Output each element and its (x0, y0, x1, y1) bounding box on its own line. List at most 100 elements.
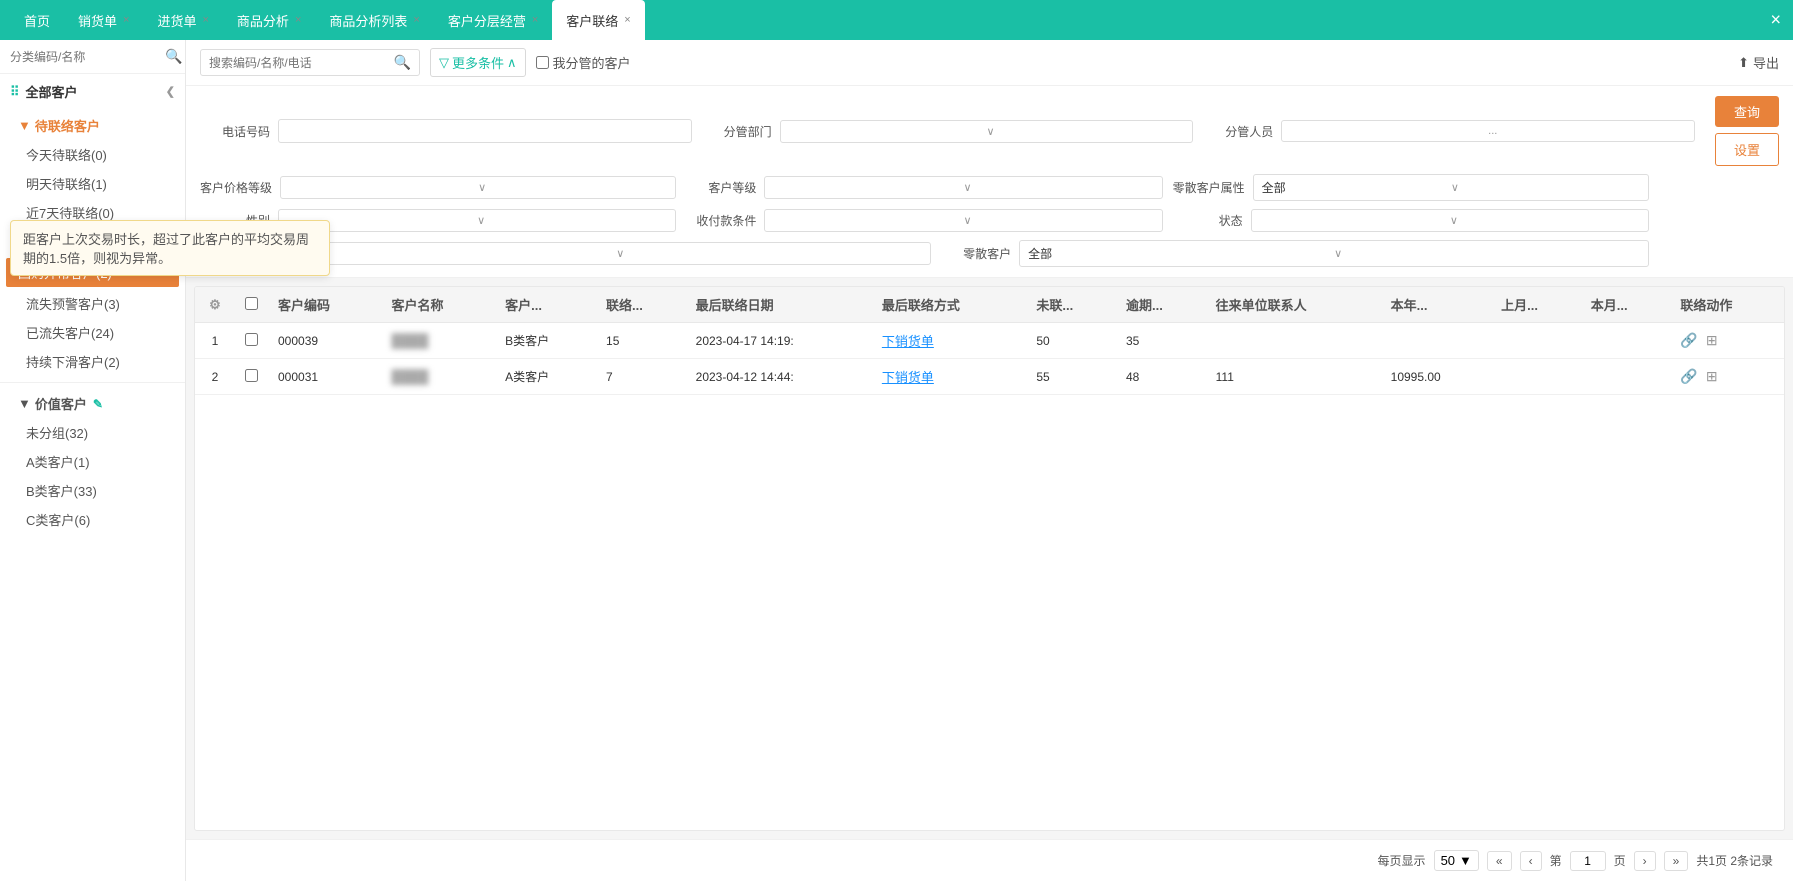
export-btn[interactable]: ⬆ 导出 (1738, 53, 1779, 72)
nav-product-analysis-list[interactable]: 商品分析列表 × (315, 0, 433, 40)
retail-attr-field: 零散客户属性 全部 ∨ (1173, 174, 1649, 201)
action-icons-2: 🔗 ⊞ (1680, 368, 1774, 385)
payment-arrow: ∨ (964, 214, 1154, 227)
triangle2-icon: ▼ (18, 396, 31, 411)
sidebar-ungrouped[interactable]: 未分组(32) (0, 418, 185, 447)
cell-contact-2: 7 (596, 359, 686, 395)
cell-overdue-1: 35 (1116, 323, 1206, 359)
nav-customer-tiering-close[interactable]: × (532, 14, 538, 26)
price-level-select[interactable]: ∨ (280, 176, 676, 199)
status-select[interactable]: ∨ (1251, 209, 1649, 232)
th-num: ⚙ (195, 287, 235, 323)
table-settings-icon[interactable]: ⚙ (209, 297, 221, 312)
select-all-checkbox[interactable] (245, 297, 258, 310)
sidebar-today-pending[interactable]: 今天待联络(0) (0, 140, 185, 169)
blurred-name-1: ████ (392, 333, 429, 348)
cell-code-2: 000031 (268, 359, 382, 395)
sidebar-churn-warning[interactable]: 流失预警客户(3) (0, 289, 185, 318)
th-company-contact: 往来单位联系人 (1206, 287, 1381, 323)
row2-checkbox[interactable] (245, 369, 258, 382)
prev-page-btn[interactable]: ‹ (1520, 851, 1542, 871)
retail-customer-select[interactable]: 全部 ∨ (1019, 240, 1649, 267)
edit-icon[interactable]: ✎ (93, 397, 103, 411)
set-button[interactable]: 设置 (1715, 133, 1779, 166)
top-nav: 首页 销货单 × 进货单 × 商品分析 × 商品分析列表 × 客户分层经营 × … (0, 0, 1793, 40)
retail-attr-select[interactable]: 全部 ∨ (1253, 174, 1649, 201)
th-last-contact-date: 最后联络日期 (686, 287, 872, 323)
per-page-arrow: ▼ (1459, 853, 1472, 868)
sidebar-a-class[interactable]: A类客户(1) (0, 447, 185, 476)
my-customer-toggle[interactable]: 我分管的客户 (536, 53, 631, 72)
cell-company-contact-2: 111 (1206, 359, 1381, 395)
nav-sales-order[interactable]: 销货单 × (64, 0, 143, 40)
sidebar-b-class[interactable]: B类客户(33) (0, 476, 185, 505)
nav-customer-contact[interactable]: 客户联络 × (552, 0, 644, 40)
nav-purchase-order[interactable]: 进货单 × (143, 0, 222, 40)
retail-customer-label: 零散客户 (941, 245, 1011, 262)
nav-customer-contact-close[interactable]: × (624, 14, 630, 26)
link-method-1[interactable]: 下销货单 (882, 334, 934, 349)
sidebar-all-customers[interactable]: ⠿ 全部客户 ❮ (0, 74, 185, 109)
cell-overdue-2: 48 (1116, 359, 1206, 395)
content-area: 🔍 ▽ 更多条件 ∧ 我分管的客户 ⬆ 导出 电话号码 (186, 40, 1793, 881)
gender-select[interactable]: ∨ (278, 209, 676, 232)
manager-arrow: ... (1488, 125, 1686, 137)
total-label: 共1页 2条记录 (1696, 852, 1773, 869)
cell-name-1: ████ (382, 323, 496, 359)
customer-level-label: 客户等级 (686, 179, 756, 196)
search-input[interactable] (209, 56, 390, 70)
customer-level-field: 客户等级 ∨ (686, 176, 1162, 199)
sidebar-churned[interactable]: 已流失客户(24) (0, 318, 185, 347)
dept-field: 分管部门 ∨ (702, 120, 1194, 143)
customer-level-select[interactable]: ∨ (764, 176, 1162, 199)
next-page-btn[interactable]: › (1634, 851, 1656, 871)
search-icon[interactable]: 🔍 (394, 54, 411, 71)
more-conditions-btn[interactable]: ▽ 更多条件 ∧ (430, 48, 526, 77)
my-customer-checkbox[interactable] (536, 56, 549, 69)
last-page-btn[interactable]: » (1664, 851, 1689, 871)
pending-contact-title[interactable]: ▼ 待联络客户 (0, 111, 185, 140)
th-type: 客户... (495, 287, 596, 323)
grid-action-icon-2[interactable]: ⊞ (1706, 368, 1718, 385)
sidebar-search-icon[interactable]: 🔍 (165, 48, 182, 65)
cell-num-2: 2 (195, 359, 235, 395)
payment-label: 收付款条件 (686, 212, 756, 229)
page-size-select[interactable]: 50 ▼ (1434, 850, 1479, 871)
grid-action-icon-1[interactable]: ⊞ (1706, 332, 1718, 349)
first-page-btn[interactable]: « (1487, 851, 1512, 871)
sidebar-search-input[interactable] (10, 50, 165, 64)
close-all-tabs[interactable]: × (1770, 10, 1781, 31)
sidebar-declining[interactable]: 持续下滑客户(2) (0, 347, 185, 376)
cell-contact-1: 15 (596, 323, 686, 359)
phone-input[interactable] (278, 119, 692, 143)
query-button[interactable]: 查询 (1715, 96, 1779, 127)
nav-product-analysis-close[interactable]: × (295, 14, 301, 26)
nav-product-analysis-list-close[interactable]: × (413, 14, 419, 26)
filter-row-4: ... 客户类型 ∨ 零散客户 全部 ∨ (200, 240, 1779, 267)
payment-select[interactable]: ∨ (764, 209, 1162, 232)
nav-customer-tiering[interactable]: 客户分层经营 × (434, 0, 552, 40)
dept-select[interactable]: ∨ (780, 120, 1194, 143)
nav-home[interactable]: 首页 (10, 0, 64, 40)
payment-field: 收付款条件 ∨ (686, 209, 1162, 232)
customer-type-select[interactable]: ∨ (301, 242, 931, 265)
row1-checkbox[interactable] (245, 333, 258, 346)
th-last-contact-method: 最后联络方式 (872, 287, 1027, 323)
sidebar-c-class[interactable]: C类客户(6) (0, 505, 185, 534)
cell-last-method-1: 下销货单 (872, 323, 1027, 359)
nav-sales-order-close[interactable]: × (123, 14, 129, 26)
value-customer-title[interactable]: ▼ 价值客户 ✎ (0, 389, 185, 418)
manager-select[interactable]: ... (1281, 120, 1695, 142)
nav-purchase-order-close[interactable]: × (202, 14, 208, 26)
nav-product-analysis[interactable]: 商品分析 × (223, 0, 315, 40)
phone-label: 电话号码 (200, 123, 270, 140)
cell-last-date-1: 2023-04-17 14:19: (686, 323, 872, 359)
chevron-up-icon: ∧ (507, 55, 517, 71)
sidebar-tomorrow-pending[interactable]: 明天待联络(1) (0, 169, 185, 198)
link-icon-2[interactable]: 🔗 (1680, 368, 1697, 385)
page-number-input[interactable] (1570, 851, 1606, 871)
grid-icon: ⠿ (10, 84, 20, 100)
cell-action-2: 🔗 ⊞ (1670, 359, 1784, 395)
link-method-2[interactable]: 下销货单 (882, 370, 934, 385)
link-icon-1[interactable]: 🔗 (1680, 332, 1697, 349)
